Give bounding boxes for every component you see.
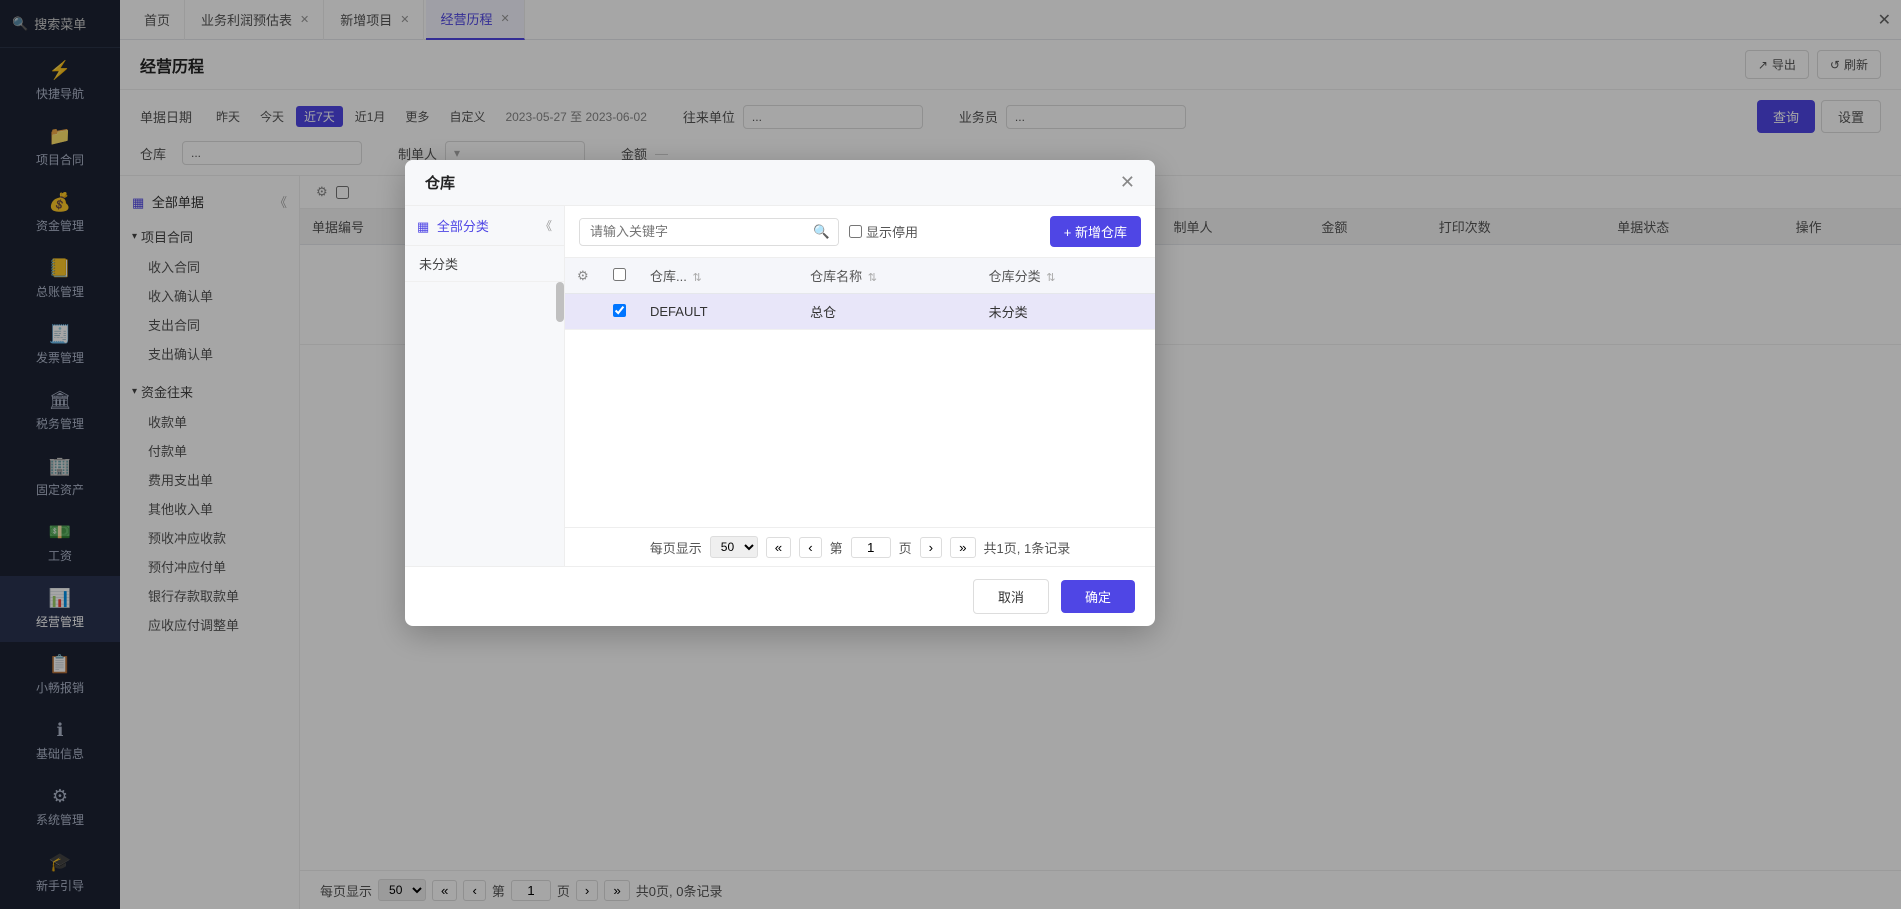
modal-per-page-select[interactable]: 50 [710, 536, 758, 558]
modal-prev-page-button[interactable]: ‹ [799, 537, 821, 558]
modal-col-name-sort[interactable]: ⇅ [868, 272, 877, 284]
modal-select-all-checkbox[interactable] [613, 268, 626, 281]
modal-left-scrollbar[interactable] [556, 282, 564, 322]
modal-close-button[interactable]: ✕ [1120, 172, 1135, 193]
confirm-button[interactable]: 确定 [1061, 580, 1135, 613]
modal-search-button[interactable]: 🔍 [805, 219, 838, 245]
modal-right-panel: 🔍 显示停用 + 新增仓库 ⚙ [565, 206, 1155, 566]
modal-table-container: ⚙ 仓库... ⇅ 仓库名称 ⇅ [565, 258, 1155, 527]
modal-left-item-unclassified[interactable]: 未分类 [405, 246, 564, 282]
row-checkbox [601, 294, 638, 330]
modal-col-name: 仓库名称 ⇅ [798, 258, 976, 294]
cancel-button[interactable]: 取消 [973, 579, 1049, 614]
modal-body: ▦ 全部分类 《 未分类 🔍 显示停用 [405, 206, 1155, 566]
table-row[interactable]: DEFAULT 总仓 未分类 [565, 294, 1155, 330]
modal-col-code-sort[interactable]: ⇅ [692, 272, 701, 284]
modal-left-collapse-icon[interactable]: 《 [540, 217, 552, 234]
modal-total-text: 共1页, 1条记录 [984, 538, 1071, 557]
modal-left-header[interactable]: ▦ 全部分类 《 [405, 206, 564, 246]
modal-search-box: 🔍 [579, 218, 839, 246]
modal-page-suffix: 页 [899, 538, 912, 557]
modal-col-settings: ⚙ [565, 258, 601, 294]
row-category: 未分类 [977, 294, 1155, 330]
modal-title: 仓库 [425, 172, 455, 193]
modal-table-gear-icon[interactable]: ⚙ [577, 268, 589, 283]
row-code: DEFAULT [638, 294, 798, 330]
modal-last-page-button[interactable]: » [950, 537, 975, 558]
modal-left-all-label: 全部分类 [437, 219, 489, 234]
modal-col-checkbox [601, 258, 638, 294]
modal-col-category-sort[interactable]: ⇅ [1046, 272, 1055, 284]
row-select-checkbox[interactable] [613, 304, 626, 317]
modal-col-code: 仓库... ⇅ [638, 258, 798, 294]
modal-left-all-icon: ▦ [417, 219, 429, 234]
add-warehouse-button[interactable]: + 新增仓库 [1050, 216, 1141, 247]
modal-footer-buttons: 取消 确定 [405, 566, 1155, 626]
modal-page-label: 第 [830, 538, 843, 557]
modal-col-category: 仓库分类 ⇅ [977, 258, 1155, 294]
show-disabled-label: 显示停用 [866, 222, 918, 241]
modal-table: ⚙ 仓库... ⇅ 仓库名称 ⇅ [565, 258, 1155, 330]
modal-per-page-label: 每页显示 [650, 538, 702, 557]
row-name: 总仓 [798, 294, 976, 330]
modal-toolbar: 🔍 显示停用 + 新增仓库 [565, 206, 1155, 258]
modal-page-input[interactable] [851, 537, 891, 558]
modal-pagination: 每页显示 50 « ‹ 第 页 › » 共1页, 1条记录 [565, 527, 1155, 566]
row-gear [565, 294, 601, 330]
modal-left-scroll-area [405, 282, 564, 566]
modal-left-panel: ▦ 全部分类 《 未分类 [405, 206, 565, 566]
show-disabled-checkbox-label[interactable]: 显示停用 [849, 222, 918, 241]
modal-search-input[interactable] [580, 219, 805, 244]
show-disabled-checkbox[interactable] [849, 225, 862, 238]
modal-next-page-button[interactable]: › [920, 537, 942, 558]
warehouse-modal: 仓库 ✕ ▦ 全部分类 《 未分类 🔍 [405, 160, 1155, 626]
modal-header: 仓库 ✕ [405, 160, 1155, 206]
modal-first-page-button[interactable]: « [766, 537, 791, 558]
